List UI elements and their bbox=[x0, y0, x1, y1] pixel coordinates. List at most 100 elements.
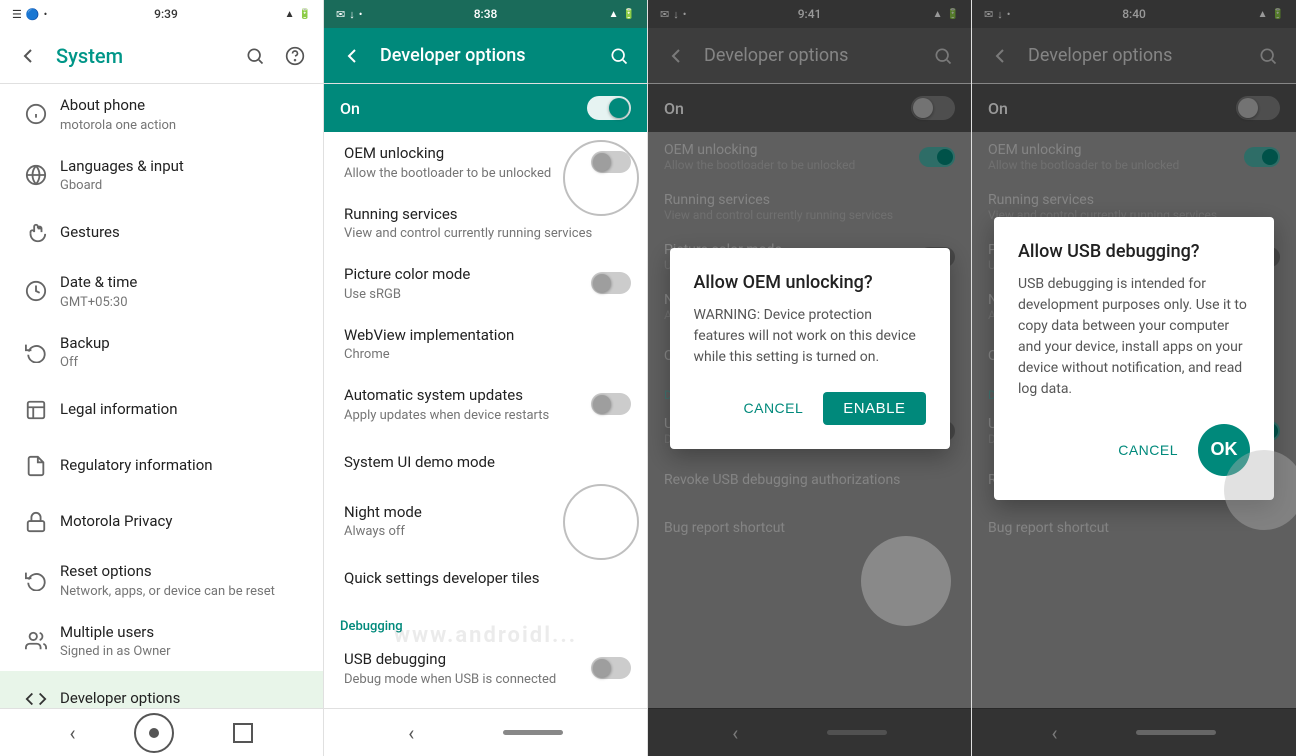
status-bar-2: ✉ ↓ • 8:38 ▲ 🔋 bbox=[324, 0, 647, 28]
wifi-icon-1: ▲ bbox=[285, 9, 295, 20]
reset-icon bbox=[16, 569, 56, 591]
panel-system-settings: ☰ 🔵 • 9:39 ▲ 🔋 System bbox=[0, 0, 324, 756]
usb-dialog-actions: Cancel OK bbox=[1018, 424, 1250, 476]
panel-usb-dialog: ✉ ↓ • 8:40 ▲ 🔋 Developer options On bbox=[972, 0, 1296, 756]
recent-nav-1[interactable] bbox=[233, 723, 253, 743]
developer-settings-list: OEM unlocking Allow the bootloader to be… bbox=[324, 132, 647, 708]
users-title: Multiple users bbox=[60, 623, 307, 643]
oem-enable-button[interactable]: Enable bbox=[823, 392, 925, 425]
oem-unlocking-item[interactable]: OEM unlocking Allow the bootloader to be… bbox=[324, 132, 647, 193]
status-right-2: ▲ 🔋 bbox=[609, 9, 635, 20]
privacy-title: Motorola Privacy bbox=[60, 512, 307, 532]
search-button-2[interactable] bbox=[607, 44, 631, 68]
settings-item-languages[interactable]: Languages & input Gboard bbox=[0, 145, 323, 206]
webview-title: WebView implementation bbox=[344, 326, 631, 346]
battery-icon-2: 🔋 bbox=[623, 9, 635, 20]
oem-cancel-button[interactable]: Cancel bbox=[732, 392, 816, 425]
privacy-icon bbox=[16, 511, 56, 533]
search-button-1[interactable] bbox=[243, 44, 267, 68]
dot-icon-1: • bbox=[44, 8, 48, 21]
usb-debugging-title: USB debugging bbox=[344, 650, 591, 670]
on-toggle-2[interactable] bbox=[587, 96, 631, 120]
demo-mode-item[interactable]: System UI demo mode bbox=[324, 435, 647, 491]
auto-updates-toggle[interactable] bbox=[591, 393, 631, 415]
settings-item-regulatory[interactable]: Regulatory information bbox=[0, 438, 323, 494]
picture-color-title: Picture color mode bbox=[344, 265, 591, 285]
developer-icon bbox=[16, 688, 56, 708]
regulatory-content: Regulatory information bbox=[56, 456, 307, 476]
settings-item-developer[interactable]: Developer options bbox=[0, 671, 323, 708]
settings-item-legal[interactable]: Legal information bbox=[0, 382, 323, 438]
backup-subtitle: Off bbox=[60, 355, 307, 370]
picture-color-subtitle: Use sRGB bbox=[344, 287, 591, 302]
users-subtitle: Signed in as Owner bbox=[60, 644, 307, 659]
privacy-content: Motorola Privacy bbox=[56, 512, 307, 532]
home-nav-1[interactable] bbox=[134, 713, 174, 753]
usb-debugging-subtitle: Debug mode when USB is connected bbox=[344, 672, 591, 687]
languages-title: Languages & input bbox=[60, 157, 307, 177]
running-content: Running services View and control curren… bbox=[340, 205, 631, 242]
email-icon-2: ✉ bbox=[336, 8, 345, 21]
datetime-content: Date & time GMT+05:30 bbox=[56, 273, 307, 310]
usb-debugging-toggle[interactable] bbox=[591, 657, 631, 679]
status-right-icons-1: ▲ 🔋 bbox=[285, 9, 311, 20]
about-content: About phone motorola one action bbox=[56, 96, 307, 133]
settings-item-datetime[interactable]: Date & time GMT+05:30 bbox=[0, 261, 323, 322]
regulatory-icon bbox=[16, 455, 56, 477]
regulatory-title: Regulatory information bbox=[60, 456, 307, 476]
settings-item-backup[interactable]: Backup Off bbox=[0, 322, 323, 383]
dot-icon-2: • bbox=[359, 8, 363, 21]
bottom-nav-1: ‹ bbox=[0, 708, 323, 756]
back-button-1[interactable] bbox=[16, 44, 40, 68]
usb-dialog-body: USB debugging is intended for developmen… bbox=[1018, 274, 1250, 400]
toolbar-title-2: Developer options bbox=[380, 45, 591, 66]
settings-item-about[interactable]: About phone motorola one action bbox=[0, 84, 323, 145]
picture-color-toggle-thumb bbox=[593, 274, 611, 292]
quick-settings-item[interactable]: Quick settings developer tiles bbox=[324, 551, 647, 607]
revoke-usb-item[interactable]: Revoke USB debugging authorizations bbox=[324, 699, 647, 709]
battery-icon-1: 🔋 bbox=[299, 9, 311, 20]
settings-item-reset[interactable]: Reset options Network, apps, or device c… bbox=[0, 550, 323, 611]
toolbar-icons-1 bbox=[243, 44, 307, 68]
picture-color-toggle[interactable] bbox=[591, 272, 631, 294]
auto-updates-item[interactable]: Automatic system updates Apply updates w… bbox=[324, 374, 647, 435]
on-toggle-row-2[interactable]: On bbox=[324, 84, 647, 132]
help-button-1[interactable] bbox=[283, 44, 307, 68]
back-nav-1[interactable]: ‹ bbox=[69, 721, 75, 745]
wifi-icon-2: ▲ bbox=[609, 9, 619, 20]
users-icon bbox=[16, 630, 56, 652]
oem-title: OEM unlocking bbox=[344, 144, 591, 164]
picture-color-item[interactable]: Picture color mode Use sRGB bbox=[324, 253, 647, 314]
toolbar-system: System bbox=[0, 28, 323, 84]
developer-title: Developer options bbox=[60, 689, 307, 708]
usb-debugging-item[interactable]: USB debugging Debug mode when USB is con… bbox=[324, 638, 647, 699]
gestures-content: Gestures bbox=[56, 223, 307, 243]
usb-cancel-button[interactable]: Cancel bbox=[1106, 424, 1190, 476]
backup-content: Backup Off bbox=[56, 334, 307, 371]
usb-ok-button[interactable]: OK bbox=[1198, 424, 1250, 476]
settings-item-gestures[interactable]: Gestures bbox=[0, 205, 323, 261]
enable-circle bbox=[861, 536, 951, 626]
oem-toggle-thumb bbox=[593, 153, 611, 171]
night-mode-item[interactable]: Night mode Always off bbox=[324, 491, 647, 552]
night-mode-subtitle: Always off bbox=[344, 524, 631, 539]
back-button-2[interactable] bbox=[340, 44, 364, 68]
reset-content: Reset options Network, apps, or device c… bbox=[56, 562, 307, 599]
settings-item-privacy[interactable]: Motorola Privacy bbox=[0, 494, 323, 550]
status-bar-1: ☰ 🔵 • 9:39 ▲ 🔋 bbox=[0, 0, 323, 28]
picture-color-content: Picture color mode Use sRGB bbox=[340, 265, 591, 302]
bottom-nav-2: ‹ bbox=[324, 708, 647, 756]
oem-dialog-body: WARNING: Device protection features will… bbox=[694, 305, 926, 368]
oem-toggle[interactable] bbox=[591, 151, 631, 173]
settings-item-users[interactable]: Multiple users Signed in as Owner bbox=[0, 611, 323, 672]
back-nav-2[interactable]: ‹ bbox=[408, 721, 414, 745]
about-subtitle: motorola one action bbox=[60, 118, 307, 133]
running-services-item[interactable]: Running services View and control curren… bbox=[324, 193, 647, 254]
webview-item[interactable]: WebView implementation Chrome bbox=[324, 314, 647, 375]
panel-oem-dialog: ✉ ↓ • 9:41 ▲ 🔋 Developer options On bbox=[648, 0, 972, 756]
languages-icon bbox=[16, 164, 56, 186]
backup-icon bbox=[16, 341, 56, 363]
notification-icon-1: ☰ bbox=[12, 8, 22, 21]
panel-developer-main: ✉ ↓ • 8:38 ▲ 🔋 Developer options On bbox=[324, 0, 648, 756]
night-mode-title: Night mode bbox=[344, 503, 631, 523]
